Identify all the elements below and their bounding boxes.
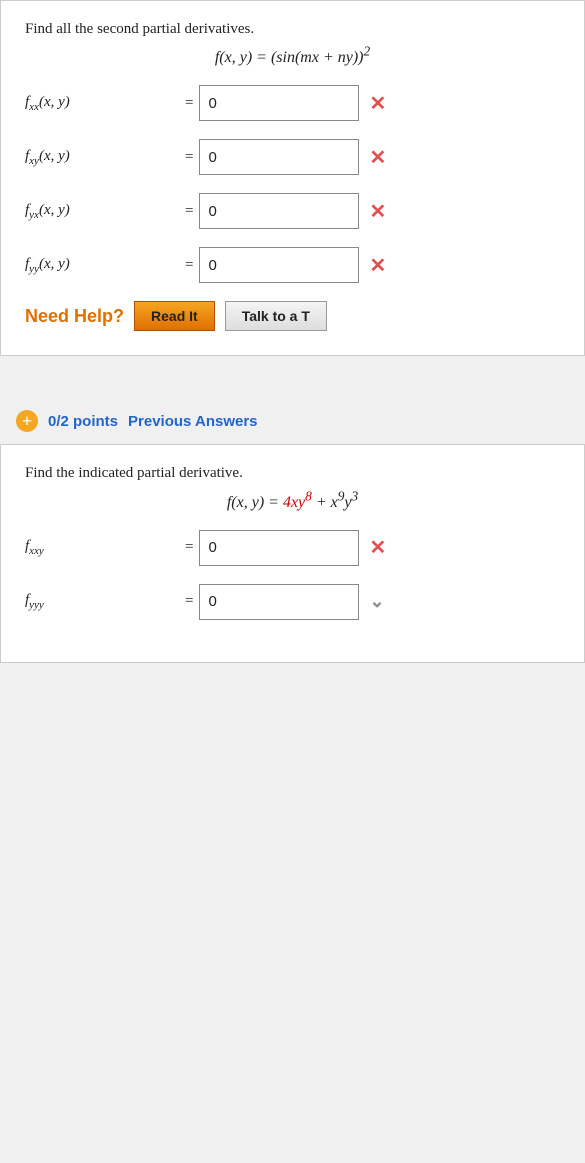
section2-body: Find the indicated partial derivative. f…	[0, 445, 585, 662]
prev-answers-text[interactable]: Previous Answers	[128, 413, 258, 430]
field-row-fxx: fxx(x, y) = ✕	[25, 85, 560, 121]
input-fyyy[interactable]	[199, 584, 359, 620]
status-fyyy: ⌄	[369, 591, 384, 612]
label-fyy: fyy(x, y)	[25, 256, 185, 275]
read-it-button[interactable]: Read It	[134, 301, 215, 331]
status-fxxy: ✕	[369, 535, 386, 560]
section2-header: + 0/2 points Previous Answers	[0, 398, 585, 445]
field-row-fyy: fyy(x, y) = ✕	[25, 247, 560, 283]
status-fxx: ✕	[369, 91, 386, 116]
field-row-fxxy: fxxy = ✕	[25, 530, 560, 566]
status-fyy: ✕	[369, 253, 386, 278]
label-fxxy: fxxy	[25, 538, 185, 557]
points-text: 0/2 points	[48, 413, 118, 430]
talk-button[interactable]: Talk to a T	[225, 301, 327, 331]
section2-title: Find the indicated partial derivative.	[25, 465, 560, 482]
input-fxx[interactable]	[199, 85, 359, 121]
label-fxx: fxx(x, y)	[25, 94, 185, 113]
input-fxxy[interactable]	[199, 530, 359, 566]
need-help-row: Need Help? Read It Talk to a T	[25, 301, 560, 331]
field-row-fyx: fyx(x, y) = ✕	[25, 193, 560, 229]
field-row-fyyy: fyyy = ⌄	[25, 584, 560, 620]
formula2-text: f(x, y) = 4xy8 + x9y3	[227, 494, 358, 511]
need-help-label: Need Help?	[25, 306, 124, 327]
input-fxy[interactable]	[199, 139, 359, 175]
input-fyx[interactable]	[199, 193, 359, 229]
input-fyy[interactable]	[199, 247, 359, 283]
label-fyx: fyx(x, y)	[25, 202, 185, 221]
formula-text: f(x, y) = (sin(mx + ny))2	[215, 49, 370, 66]
section1-card: Find all the second partial derivatives.…	[0, 0, 585, 356]
section1-title: Find all the second partial derivatives.	[25, 21, 560, 38]
section-spacer	[0, 368, 585, 398]
status-fyx: ✕	[369, 199, 386, 224]
field-row-fxy: fxy(x, y) = ✕	[25, 139, 560, 175]
status-fxy: ✕	[369, 145, 386, 170]
section2-formula: f(x, y) = 4xy8 + x9y3	[25, 488, 560, 511]
section1-formula: f(x, y) = (sin(mx + ny))2	[25, 44, 560, 67]
label-fyyy: fyyy	[25, 592, 185, 611]
plus-circle-icon: +	[16, 410, 38, 432]
label-fxy: fxy(x, y)	[25, 148, 185, 167]
